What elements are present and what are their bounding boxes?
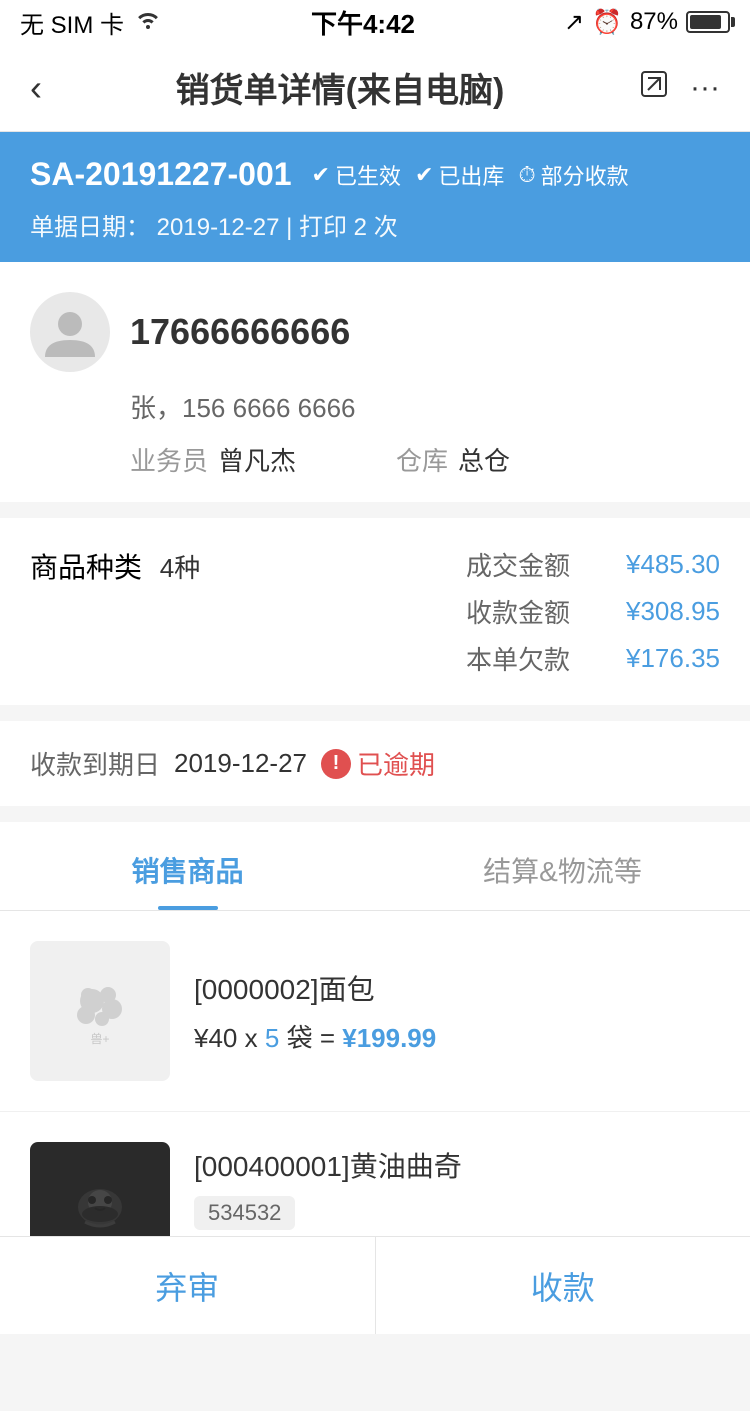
received-amount-label: 收款金额 [466,593,570,630]
product-image-1: 兽+ [30,941,170,1081]
battery-icon [686,11,730,33]
sales-rep-label: 业务员 [130,441,208,478]
status-shipped: ✔ 已出库 [415,159,504,191]
overdue-badge: ! 已逾期 [321,745,435,782]
owed-amount-label: 本单欠款 [466,640,570,677]
summary-left: 商品种类 4种 [30,546,200,677]
confirm-button[interactable]: 收款 [376,1237,750,1334]
due-date-label: 收款到期日 [30,745,160,782]
tabs-section: 销售商品 结算&物流等 [0,822,750,911]
reject-button[interactable]: 弃审 [0,1237,376,1334]
status-right: ↗ ⏰ 87% [564,8,730,37]
svg-text:兽+: 兽+ [90,1032,109,1046]
share-button[interactable] [638,68,670,108]
due-date-section: 收款到期日 2019-12-27 ! 已逾期 [0,721,750,806]
summary-right: 成交金额 ¥485.30 收款金额 ¥308.95 本单欠款 ¥176.35 [466,546,720,677]
customer-alt-info: 张，156 6666 6666 [30,388,720,425]
overdue-icon: ! [321,749,351,779]
product-name-2: [000400001]黄油曲奇 [194,1145,720,1185]
product-info-1: [0000002]面包 ¥40 x 5 袋 = ¥199.99 [194,968,720,1055]
status-effective: ✔ 已生效 [312,159,401,191]
warehouse-label: 仓库 [396,441,448,478]
status-bar: 无 SIM 卡 下午4:42 ↗ ⏰ 87% [0,0,750,44]
carrier-text: 无 SIM 卡 [20,5,124,40]
status-partial: ⏱ 部分收款 [518,159,628,191]
bottom-bar: 弃审 收款 [0,1236,750,1334]
nav-actions: ··· [638,68,720,108]
page-title: 销货单详情(来自电脑) [176,63,505,112]
location-icon: ↗ [564,8,584,37]
owed-amount-value: ¥176.35 [590,643,720,674]
battery-percent: 87% [630,8,678,36]
product-types-value: 4种 [160,553,200,583]
back-button[interactable]: ‹ [30,67,42,109]
check-icon-1: ✔ [312,162,330,188]
overdue-text: 已逾期 [357,745,435,782]
customer-section: 17666666666 张，156 6666 6666 业务员 曾凡杰 仓库 总… [0,262,750,502]
sales-rep-value: 曾凡杰 [218,441,296,478]
list-item: 兽+ [0000002]面包 ¥40 x 5 袋 = ¥199.99 [0,911,750,1112]
more-button[interactable]: ··· [690,71,720,105]
tab-settlement[interactable]: 结算&物流等 [375,822,750,910]
received-amount-value: ¥308.95 [590,596,720,627]
tab-sales-products[interactable]: 销售商品 [0,822,375,910]
clock-icon: ⏱ [518,162,535,188]
product-name-1: [0000002]面包 [194,968,720,1008]
summary-section: 商品种类 4种 成交金额 ¥485.30 收款金额 ¥308.95 本单欠款 ¥… [0,518,750,705]
check-icon-2: ✔ [415,162,433,188]
order-id: SA-20191227-001 [30,156,292,193]
warehouse-value: 总仓 [458,441,510,478]
deal-amount-value: ¥485.30 [590,549,720,580]
deal-amount-label: 成交金额 [466,546,570,583]
status-time: 下午4:42 [311,4,415,41]
order-header: SA-20191227-001 ✔ 已生效 ✔ 已出库 ⏱ 部分收款 单据日期：… [0,132,750,262]
status-left: 无 SIM 卡 [20,5,162,40]
product-price-1: ¥40 x 5 袋 = ¥199.99 [194,1018,720,1055]
nav-bar: ‹ 销货单详情(来自电脑) ··· [0,44,750,132]
customer-meta: 业务员 曾凡杰 仓库 总仓 [30,441,720,478]
status-tags: ✔ 已生效 ✔ 已出库 ⏱ 部分收款 [312,159,629,191]
alarm-icon: ⏰ [592,8,622,37]
product-types-label: 商品种类 [30,552,142,583]
due-date-value: 2019-12-27 [174,748,307,779]
product-sku-2: 534532 [194,1196,295,1230]
wifi-icon [134,8,162,36]
order-date: 单据日期： 2019-12-27 | 打印 2 次 [30,207,720,242]
customer-phone: 17666666666 [130,311,350,353]
avatar [30,292,110,372]
